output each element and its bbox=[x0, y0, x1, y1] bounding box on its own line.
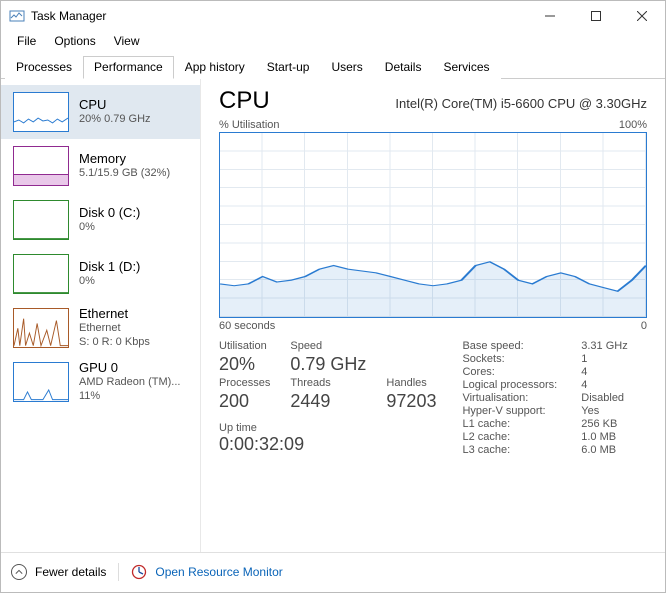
ethernet-thumb-icon bbox=[13, 308, 69, 348]
sidebar-disk1-sub: 0% bbox=[79, 275, 140, 289]
chart-ylabel: % Utilisation bbox=[219, 119, 280, 131]
value-processes: 200 bbox=[219, 391, 270, 412]
label-handles: Handles bbox=[386, 377, 436, 389]
chart-xlabel: 60 seconds bbox=[219, 320, 275, 332]
titlebar: Task Manager bbox=[1, 1, 665, 31]
tab-performance[interactable]: Performance bbox=[83, 56, 174, 79]
menubar: File Options View bbox=[1, 31, 665, 51]
sidebar-gpu-title: GPU 0 bbox=[79, 360, 180, 376]
label-processes: Processes bbox=[219, 377, 270, 389]
sidebar: CPU 20% 0.79 GHz Memory 5.1/15.9 GB (32%… bbox=[1, 79, 201, 552]
sidebar-disk0-sub: 0% bbox=[79, 221, 140, 235]
label-base-speed: Base speed: bbox=[462, 340, 557, 352]
gpu-thumb-icon bbox=[13, 362, 69, 402]
menu-file[interactable]: File bbox=[9, 32, 44, 50]
value-base-speed: 3.31 GHz bbox=[581, 340, 627, 352]
value-virtualisation: Disabled bbox=[581, 392, 627, 404]
value-utilisation: 20% bbox=[219, 354, 270, 375]
value-uptime: 0:00:32:09 bbox=[219, 434, 436, 455]
sidebar-item-ethernet[interactable]: Ethernet Ethernet S: 0 R: 0 Kbps bbox=[1, 301, 200, 355]
sidebar-item-cpu[interactable]: CPU 20% 0.79 GHz bbox=[1, 85, 200, 139]
sidebar-disk1-title: Disk 1 (D:) bbox=[79, 259, 140, 275]
label-hyperv: Hyper-V support: bbox=[462, 405, 557, 417]
footer: Fewer details Open Resource Monitor bbox=[1, 552, 665, 590]
content: CPU 20% 0.79 GHz Memory 5.1/15.9 GB (32%… bbox=[1, 79, 665, 552]
tab-users[interactable]: Users bbox=[320, 56, 373, 79]
label-utilisation: Utilisation bbox=[219, 340, 270, 352]
label-l1-cache: L1 cache: bbox=[462, 418, 557, 430]
open-resource-monitor-link[interactable]: Open Resource Monitor bbox=[155, 565, 282, 579]
label-sockets: Sockets: bbox=[462, 353, 557, 365]
tab-services[interactable]: Services bbox=[432, 56, 500, 79]
cpu-chart[interactable] bbox=[219, 132, 647, 318]
value-threads: 2449 bbox=[290, 391, 366, 412]
window-title: Task Manager bbox=[31, 9, 106, 23]
label-threads: Threads bbox=[290, 377, 366, 389]
label-l3-cache: L3 cache: bbox=[462, 444, 557, 456]
app-icon bbox=[9, 8, 25, 24]
chevron-up-icon[interactable] bbox=[11, 564, 27, 580]
resource-monitor-icon bbox=[131, 564, 147, 580]
sidebar-gpu-sub2: 11% bbox=[79, 390, 180, 404]
cpu-model: Intel(R) Core(TM) i5-6600 CPU @ 3.30GHz bbox=[395, 96, 647, 111]
tab-strip: Processes Performance App history Start-… bbox=[1, 55, 665, 79]
value-handles: 97203 bbox=[386, 391, 436, 412]
label-uptime: Up time bbox=[219, 422, 436, 434]
sidebar-mem-sub: 5.1/15.9 GB (32%) bbox=[79, 167, 170, 181]
disk0-thumb-icon bbox=[13, 200, 69, 240]
sidebar-cpu-sub: 20% 0.79 GHz bbox=[79, 113, 151, 127]
menu-view[interactable]: View bbox=[106, 32, 148, 50]
sidebar-cpu-title: CPU bbox=[79, 97, 151, 113]
disk1-thumb-icon bbox=[13, 254, 69, 294]
sidebar-eth-sub2: S: 0 R: 0 Kbps bbox=[79, 336, 150, 350]
tab-details[interactable]: Details bbox=[374, 56, 433, 79]
sidebar-eth-sub: Ethernet bbox=[79, 322, 150, 336]
sidebar-item-memory[interactable]: Memory 5.1/15.9 GB (32%) bbox=[1, 139, 200, 193]
maximize-button[interactable] bbox=[573, 1, 619, 31]
value-l1-cache: 256 KB bbox=[581, 418, 627, 430]
value-l3-cache: 6.0 MB bbox=[581, 444, 627, 456]
sidebar-mem-title: Memory bbox=[79, 151, 170, 167]
tab-startup[interactable]: Start-up bbox=[256, 56, 321, 79]
label-l2-cache: L2 cache: bbox=[462, 431, 557, 443]
cpu-thumb-icon bbox=[13, 92, 69, 132]
label-logical-processors: Logical processors: bbox=[462, 379, 557, 391]
sidebar-item-disk0[interactable]: Disk 0 (C:) 0% bbox=[1, 193, 200, 247]
memory-thumb-icon bbox=[13, 146, 69, 186]
minimize-button[interactable] bbox=[527, 1, 573, 31]
chart-xmin: 0 bbox=[641, 320, 647, 332]
value-speed: 0.79 GHz bbox=[290, 354, 366, 375]
main-panel: CPU Intel(R) Core(TM) i5-6600 CPU @ 3.30… bbox=[201, 79, 665, 552]
value-logical-processors: 4 bbox=[581, 379, 627, 391]
sidebar-disk0-title: Disk 0 (C:) bbox=[79, 205, 140, 221]
tab-processes[interactable]: Processes bbox=[5, 56, 83, 79]
value-sockets: 1 bbox=[581, 353, 627, 365]
tab-app-history[interactable]: App history bbox=[174, 56, 256, 79]
chart-ymax: 100% bbox=[619, 119, 647, 131]
value-cores: 4 bbox=[581, 366, 627, 378]
value-hyperv: Yes bbox=[581, 405, 627, 417]
sidebar-item-disk1[interactable]: Disk 1 (D:) 0% bbox=[1, 247, 200, 301]
label-virtualisation: Virtualisation: bbox=[462, 392, 557, 404]
sidebar-eth-title: Ethernet bbox=[79, 306, 150, 322]
menu-options[interactable]: Options bbox=[46, 32, 103, 50]
sidebar-gpu-sub: AMD Radeon (TM)... bbox=[79, 376, 180, 390]
fewer-details-button[interactable]: Fewer details bbox=[35, 565, 106, 579]
close-button[interactable] bbox=[619, 1, 665, 31]
label-speed: Speed bbox=[290, 340, 366, 352]
label-cores: Cores: bbox=[462, 366, 557, 378]
page-title: CPU bbox=[219, 87, 270, 115]
sidebar-item-gpu[interactable]: GPU 0 AMD Radeon (TM)... 11% bbox=[1, 355, 200, 409]
value-l2-cache: 1.0 MB bbox=[581, 431, 627, 443]
